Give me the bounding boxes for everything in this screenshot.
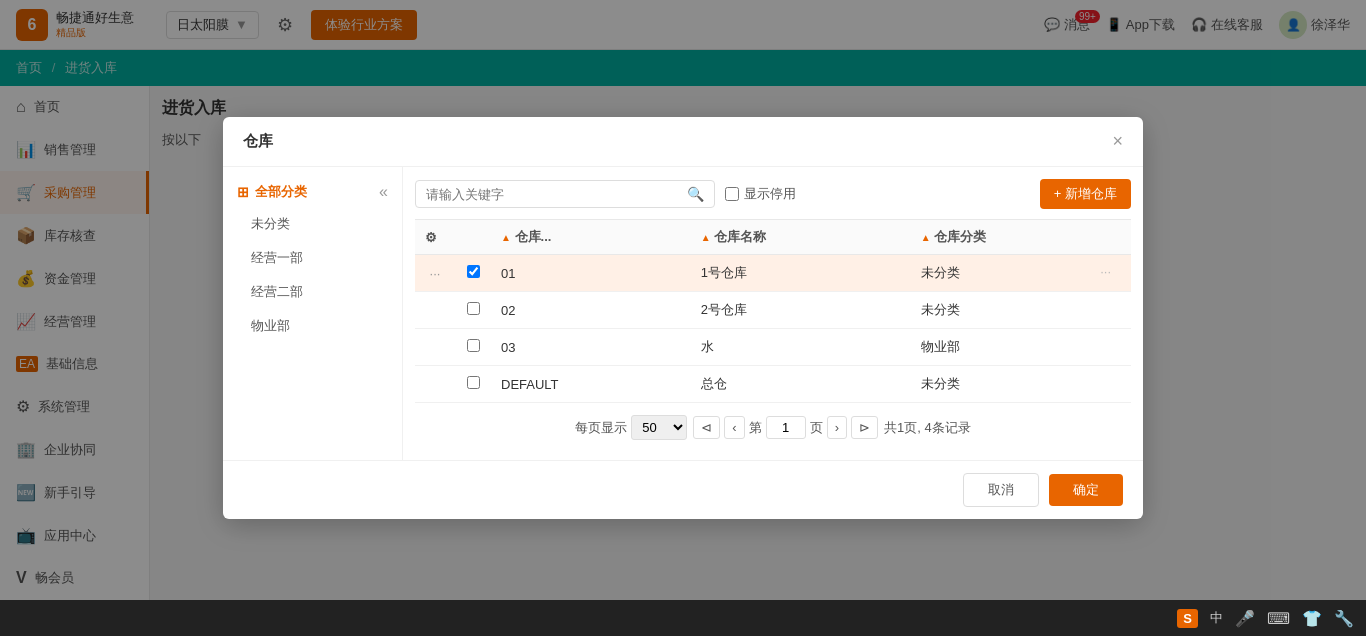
dialog-header: 仓库 × xyxy=(223,117,1143,167)
row-category: 物业部 xyxy=(911,329,1131,366)
per-page-selector: 每页显示 50 10 20 100 xyxy=(575,415,687,440)
row-code: 02 xyxy=(491,292,691,329)
grid-icon: ⊞ xyxy=(237,184,249,200)
warehouse-table: ⚙ ▲ 仓库... ▲ 仓库名称 ▲ xyxy=(415,219,1131,403)
col-gear: ⚙ xyxy=(415,220,455,255)
show-disabled-toggle[interactable]: 显示停用 xyxy=(725,185,796,203)
sort-icon: ▲ xyxy=(501,232,511,243)
dialog-title: 仓库 xyxy=(243,132,273,151)
category-item-operations2[interactable]: 经营二部 xyxy=(223,275,402,309)
bottom-bar: S 中 🎤 ⌨ 👕 🔧 xyxy=(0,600,1366,636)
table-row[interactable]: ··· 01 1号仓库 未分类 ··· xyxy=(415,255,1131,292)
table-row[interactable]: DEFAULT 总仓 未分类 xyxy=(415,366,1131,403)
row-gear[interactable]: ··· xyxy=(415,255,455,292)
first-page-button[interactable]: ⊲ xyxy=(693,416,720,439)
table-row[interactable]: 03 水 物业部 xyxy=(415,329,1131,366)
col-category: ▲ 仓库分类 xyxy=(911,220,1131,255)
sort-icon: ▲ xyxy=(921,232,931,243)
shirt-icon: 👕 xyxy=(1302,609,1322,628)
row-checkbox[interactable] xyxy=(467,265,480,278)
row-code: 03 xyxy=(491,329,691,366)
col-name: ▲ 仓库名称 xyxy=(691,220,911,255)
pagination: 每页显示 50 10 20 100 ⊲ ‹ 第 页 xyxy=(415,403,1131,448)
dialog-close-button[interactable]: × xyxy=(1112,131,1123,152)
search-input[interactable] xyxy=(426,187,687,202)
search-box: 🔍 xyxy=(415,180,715,208)
row-check[interactable] xyxy=(455,366,491,403)
prev-page-button[interactable]: ‹ xyxy=(724,416,744,439)
category-item-property[interactable]: 物业部 xyxy=(223,309,402,343)
row-check[interactable] xyxy=(455,329,491,366)
row-check[interactable] xyxy=(455,255,491,292)
list-panel: 🔍 显示停用 + 新增仓库 ⚙ ▲ xyxy=(403,167,1143,460)
row-gear[interactable] xyxy=(415,292,455,329)
more-icon[interactable]: ··· xyxy=(430,266,441,281)
chinese-icon[interactable]: 中 xyxy=(1210,609,1223,627)
collapse-panel-button[interactable]: « xyxy=(379,183,388,201)
modal-overlay: 仓库 × ⊞ 全部分类 « 未分类 经营一部 xyxy=(0,0,1366,636)
row-checkbox[interactable] xyxy=(467,339,480,352)
row-gear[interactable] xyxy=(415,366,455,403)
cancel-button[interactable]: 取消 xyxy=(963,473,1039,507)
category-header: ⊞ 全部分类 « xyxy=(223,177,402,207)
list-toolbar: 🔍 显示停用 + 新增仓库 xyxy=(415,179,1131,209)
row-gear[interactable] xyxy=(415,329,455,366)
row-name: 总仓 xyxy=(691,366,911,403)
col-code: ▲ 仓库... xyxy=(491,220,691,255)
keyboard-icon[interactable]: ⌨ xyxy=(1267,609,1290,628)
row-code: 01 xyxy=(491,255,691,292)
search-icon[interactable]: 🔍 xyxy=(687,186,704,202)
all-categories-label: 全部分类 xyxy=(255,183,307,201)
col-check xyxy=(455,220,491,255)
all-categories-item[interactable]: ⊞ 全部分类 xyxy=(237,183,307,201)
category-item-uncategorized[interactable]: 未分类 xyxy=(223,207,402,241)
dialog-body: ⊞ 全部分类 « 未分类 经营一部 经营二部 物业部 xyxy=(223,167,1143,460)
dialog-footer: 取消 确定 xyxy=(223,460,1143,519)
last-page-button[interactable]: ⊳ xyxy=(851,416,878,439)
page-number-input[interactable] xyxy=(766,416,806,439)
row-check[interactable] xyxy=(455,292,491,329)
row-checkbox[interactable] xyxy=(467,376,480,389)
category-item-operations1[interactable]: 经营一部 xyxy=(223,241,402,275)
row-category: 未分类 xyxy=(911,292,1131,329)
page-navigation: ⊲ ‹ 第 页 › ⊳ xyxy=(693,416,878,439)
warehouse-dialog: 仓库 × ⊞ 全部分类 « 未分类 经营一部 xyxy=(223,117,1143,519)
row-name: 水 xyxy=(691,329,911,366)
row-name: 2号仓库 xyxy=(691,292,911,329)
sort-icon: ▲ xyxy=(701,232,711,243)
confirm-button[interactable]: 确定 xyxy=(1049,474,1123,506)
mic-icon[interactable]: 🎤 xyxy=(1235,609,1255,628)
row-category: 未分类 xyxy=(911,366,1131,403)
add-warehouse-button[interactable]: + 新增仓库 xyxy=(1040,179,1131,209)
page-total-info: 共1页, 4条记录 xyxy=(884,419,971,437)
show-disabled-checkbox[interactable] xyxy=(725,187,739,201)
tools-icon[interactable]: 🔧 xyxy=(1334,609,1354,628)
row-checkbox[interactable] xyxy=(467,302,480,315)
table-row[interactable]: 02 2号仓库 未分类 xyxy=(415,292,1131,329)
next-page-button[interactable]: › xyxy=(827,416,847,439)
row-code: DEFAULT xyxy=(491,366,691,403)
per-page-select[interactable]: 50 10 20 100 xyxy=(631,415,687,440)
category-panel: ⊞ 全部分类 « 未分类 经营一部 经营二部 物业部 xyxy=(223,167,403,460)
bottom-logo-icon: S xyxy=(1177,609,1198,628)
row-category: 未分类 ··· xyxy=(911,255,1131,292)
row-name: 1号仓库 xyxy=(691,255,911,292)
